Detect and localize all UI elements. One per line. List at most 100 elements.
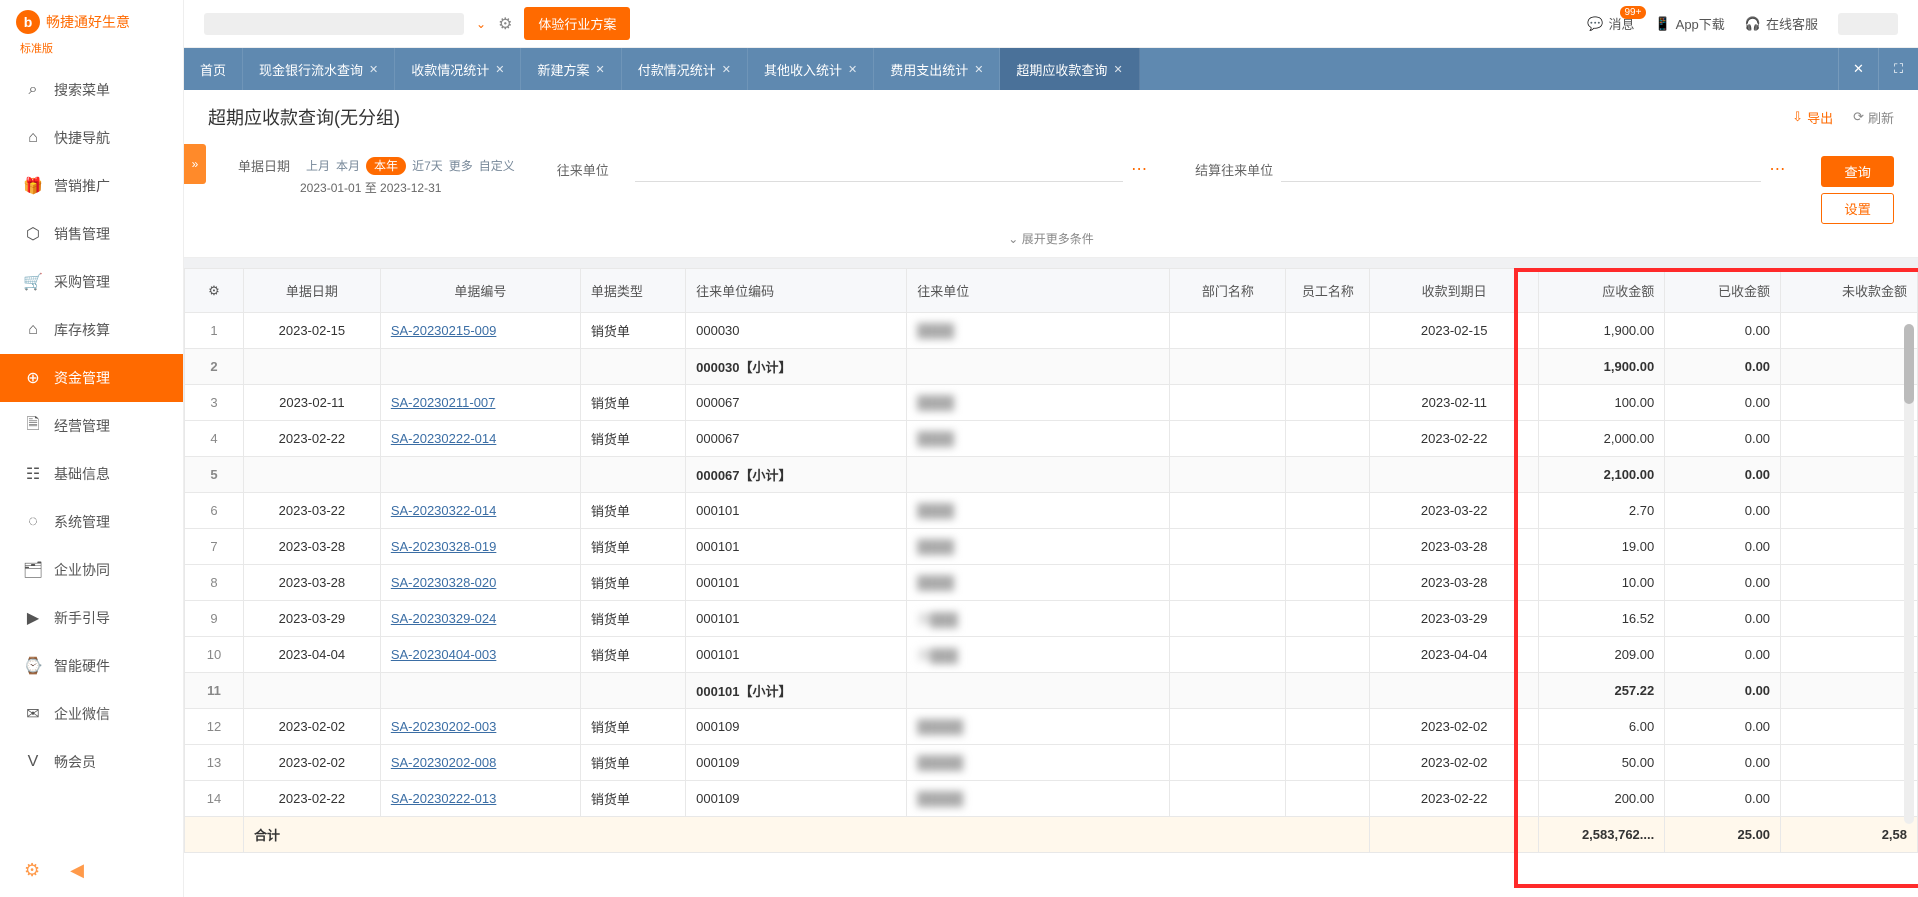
sales-icon: ⬡ (24, 225, 42, 243)
table-row[interactable]: 12 2023-02-02 SA-20230202-003 销货单 000109… (185, 709, 1918, 745)
table-row[interactable]: 4 2023-02-22 SA-20230222-014 销货单 000067 … (185, 421, 1918, 457)
sidebar-item-wechat[interactable]: ✉企业微信 (0, 690, 183, 738)
headset-icon: 🎧 (1745, 16, 1761, 32)
doc-link[interactable]: SA-20230202-008 (391, 755, 497, 770)
filter-collapse-toggle[interactable]: » (184, 144, 206, 184)
doc-link[interactable]: SA-20230211-007 (391, 395, 496, 410)
sidebar-item-inventory[interactable]: ⌂库存核算 (0, 306, 183, 354)
tab-close-icon[interactable]: ✕ (974, 63, 983, 76)
collapse-icon[interactable]: ◀ (70, 860, 84, 881)
org-selector-placeholder[interactable] (204, 13, 464, 35)
table-row[interactable]: 10 2023-04-04 SA-20230404-003 销货单 000101… (185, 637, 1918, 673)
doc-link[interactable]: SA-20230404-003 (391, 647, 497, 662)
table-row[interactable]: 8 2023-03-28 SA-20230328-020 销货单 000101 … (185, 565, 1918, 601)
doc-link[interactable]: SA-20230202-003 (391, 719, 497, 734)
sidebar-item-label: 库存核算 (54, 320, 110, 340)
column-header[interactable]: 单据类型 (580, 269, 685, 313)
table-row[interactable]: 14 2023-02-22 SA-20230222-013 销货单 000109… (185, 781, 1918, 817)
sidebar-item-operation[interactable]: 🗎经营管理 (0, 402, 183, 450)
tab-close-icon[interactable]: ✕ (722, 63, 731, 76)
doc-link[interactable]: SA-20230322-014 (391, 503, 497, 518)
unit-filter-input[interactable] (635, 156, 1123, 182)
sidebar-item-system[interactable]: ◌系统管理 (0, 498, 183, 546)
tab-close-icon[interactable]: ✕ (596, 63, 605, 76)
doc-link[interactable]: SA-20230222-013 (391, 791, 497, 806)
date-option[interactable]: 上月 (306, 159, 330, 173)
sidebar-item-member[interactable]: V畅会员 (0, 738, 183, 786)
table-row[interactable]: 13 2023-02-02 SA-20230202-008 销货单 000109… (185, 745, 1918, 781)
fullscreen-button[interactable]: ⛶ (1878, 48, 1918, 90)
column-header[interactable]: ⚙ (185, 269, 244, 313)
sidebar-item-marketing[interactable]: 🎁营销推广 (0, 162, 183, 210)
column-header[interactable]: 已收金额 (1665, 269, 1781, 313)
gear-icon[interactable]: ⚙ (498, 14, 512, 34)
vertical-scrollbar[interactable] (1904, 324, 1914, 824)
date-option[interactable]: 本月 (336, 159, 360, 173)
table-row[interactable]: 9 2023-03-29 SA-20230329-024 销货单 000101 … (185, 601, 1918, 637)
column-header[interactable]: 应收金额 (1538, 269, 1664, 313)
sidebar-item-basic-info[interactable]: ☷基础信息 (0, 450, 183, 498)
date-option[interactable]: 自定义 (479, 159, 515, 173)
tab[interactable]: 现金银行流水查询✕ (243, 48, 395, 90)
app-download-link[interactable]: 📱 App下载 (1654, 14, 1724, 33)
unit-more-icon[interactable]: ⋯ (1131, 159, 1147, 179)
tab[interactable]: 首页 (184, 48, 243, 90)
sidebar-item-sales[interactable]: ⬡销售管理 (0, 210, 183, 258)
table-row[interactable]: 6 2023-03-22 SA-20230322-014 销货单 000101 … (185, 493, 1918, 529)
setting-button[interactable]: 设置 (1821, 193, 1894, 224)
date-option[interactable]: 本年 (366, 157, 406, 175)
doc-link[interactable]: SA-20230222-014 (391, 431, 497, 446)
online-service-link[interactable]: 🎧 在线客服 (1745, 14, 1818, 33)
sidebar-item-hardware[interactable]: ⌚智能硬件 (0, 642, 183, 690)
sidebar-item-collab[interactable]: 🗂企业协同 (0, 546, 183, 594)
tab-close-icon[interactable]: ✕ (1113, 63, 1122, 76)
column-header[interactable]: 往来单位编码 (686, 269, 907, 313)
table-row[interactable]: 1 2023-02-15 SA-20230215-009 销货单 000030 … (185, 313, 1918, 349)
table-row[interactable]: 5 000067【小计】 2,100.00 0.00 (185, 457, 1918, 493)
column-header[interactable]: 员工名称 (1286, 269, 1370, 313)
tab-close-icon[interactable]: ✕ (495, 63, 504, 76)
expand-conditions-button[interactable]: ⌄ 展开更多条件 (184, 224, 1918, 258)
sidebar-item-quick-nav[interactable]: ⌂快捷导航 (0, 114, 183, 162)
doc-link[interactable]: SA-20230329-024 (391, 611, 497, 626)
sidebar-item-guide[interactable]: ▶新手引导 (0, 594, 183, 642)
sidebar-item-purchase[interactable]: 🛒采购管理 (0, 258, 183, 306)
close-all-tabs-button[interactable]: ✕ (1838, 48, 1878, 90)
user-avatar[interactable] (1838, 13, 1898, 35)
tab[interactable]: 费用支出统计✕ (874, 48, 1000, 90)
tab[interactable]: 新建方案✕ (521, 48, 621, 90)
experience-button[interactable]: 体验行业方案 (524, 7, 630, 40)
doc-link[interactable]: SA-20230328-019 (391, 539, 497, 554)
settings-gear-icon[interactable]: ⚙ (24, 860, 40, 881)
tab[interactable]: 其他收入统计✕ (748, 48, 874, 90)
column-header[interactable]: 单据编号 (380, 269, 580, 313)
tab[interactable]: 超期应收款查询✕ (1000, 48, 1139, 90)
date-option[interactable]: 更多 (449, 159, 473, 173)
settle-unit-input[interactable] (1281, 156, 1761, 182)
tab[interactable]: 收款情况统计✕ (395, 48, 521, 90)
column-header[interactable]: 单据日期 (243, 269, 380, 313)
messages-link[interactable]: 💬 消息 99+ (1587, 14, 1634, 33)
column-header[interactable]: 收款到期日 (1370, 269, 1538, 313)
column-header[interactable]: 未收款金额 (1781, 269, 1918, 313)
date-option[interactable]: 近7天 (412, 159, 443, 173)
settle-more-icon[interactable]: ⋯ (1769, 159, 1785, 179)
export-button[interactable]: ⇩导出 (1792, 108, 1833, 127)
sidebar-item-search-menu[interactable]: ⌕搜索菜单 (0, 66, 183, 114)
column-header[interactable]: 部门名称 (1170, 269, 1286, 313)
tab-close-icon[interactable]: ✕ (369, 63, 378, 76)
table-row[interactable]: 7 2023-03-28 SA-20230328-019 销货单 000101 … (185, 529, 1918, 565)
org-caret-icon[interactable]: ⌄ (476, 17, 486, 31)
tab[interactable]: 付款情况统计✕ (622, 48, 748, 90)
tab-close-icon[interactable]: ✕ (848, 63, 857, 76)
doc-link[interactable]: SA-20230328-020 (391, 575, 497, 590)
data-table: ⚙单据日期单据编号单据类型往来单位编码往来单位部门名称员工名称收款到期日应收金额… (184, 268, 1918, 853)
query-button[interactable]: 查询 (1821, 156, 1894, 187)
refresh-button[interactable]: ⟳刷新 (1853, 108, 1894, 127)
table-row[interactable]: 3 2023-02-11 SA-20230211-007 销货单 000067 … (185, 385, 1918, 421)
table-row[interactable]: 11 000101【小计】 257.22 0.00 (185, 673, 1918, 709)
table-row[interactable]: 2 000030【小计】 1,900.00 0.00 (185, 349, 1918, 385)
sidebar-item-funds[interactable]: ⊕资金管理 (0, 354, 183, 402)
column-header[interactable]: 往来单位 (907, 269, 1170, 313)
doc-link[interactable]: SA-20230215-009 (391, 323, 497, 338)
